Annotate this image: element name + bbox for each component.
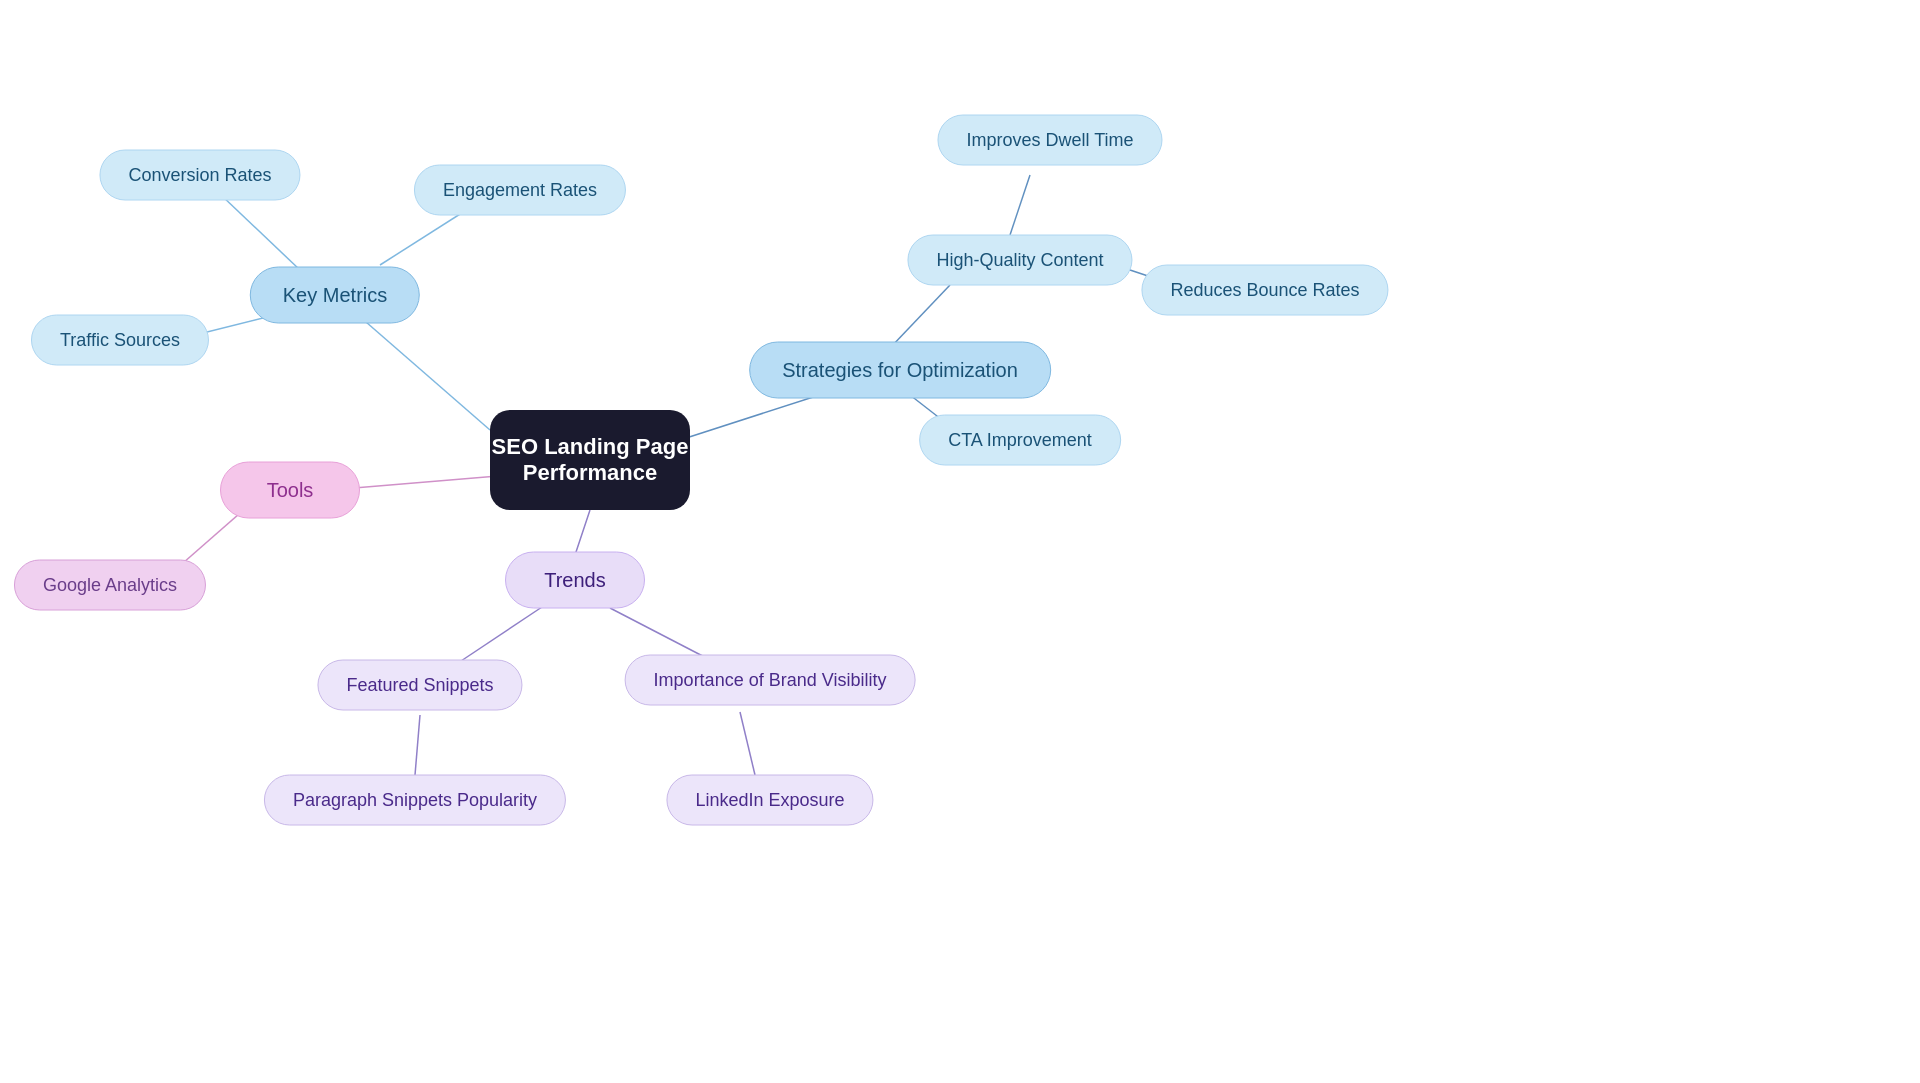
improves-dwell-node[interactable]: Improves Dwell Time bbox=[937, 115, 1162, 166]
cta-improvement-node[interactable]: CTA Improvement bbox=[919, 415, 1121, 466]
reduces-bounce-node[interactable]: Reduces Bounce Rates bbox=[1141, 265, 1388, 316]
center-node[interactable]: SEO Landing PagePerformance bbox=[490, 410, 690, 510]
svg-line-12 bbox=[890, 285, 950, 348]
trends-node[interactable]: Trends bbox=[505, 552, 645, 609]
featured-snippets-node[interactable]: Featured Snippets bbox=[317, 660, 522, 711]
svg-line-8 bbox=[415, 715, 420, 775]
svg-line-13 bbox=[1010, 175, 1030, 235]
conversion-rates-node[interactable]: Conversion Rates bbox=[99, 150, 300, 201]
key-metrics-node[interactable]: Key Metrics bbox=[250, 267, 420, 324]
high-quality-node[interactable]: High-Quality Content bbox=[907, 235, 1132, 286]
paragraph-snippets-node[interactable]: Paragraph Snippets Popularity bbox=[264, 775, 566, 826]
strategies-node[interactable]: Strategies for Optimization bbox=[749, 342, 1051, 399]
engagement-rates-node[interactable]: Engagement Rates bbox=[414, 165, 626, 216]
linkedin-exposure-node[interactable]: LinkedIn Exposure bbox=[666, 775, 873, 826]
google-analytics-node[interactable]: Google Analytics bbox=[14, 560, 206, 611]
mind-map-container: SEO Landing PagePerformance Key Metrics … bbox=[0, 0, 1920, 1083]
tools-node[interactable]: Tools bbox=[220, 462, 360, 519]
traffic-sources-node[interactable]: Traffic Sources bbox=[31, 315, 209, 366]
importance-brand-node[interactable]: Importance of Brand Visibility bbox=[625, 655, 916, 706]
svg-line-6 bbox=[575, 510, 590, 555]
svg-line-10 bbox=[740, 712, 755, 775]
svg-line-7 bbox=[455, 605, 545, 665]
